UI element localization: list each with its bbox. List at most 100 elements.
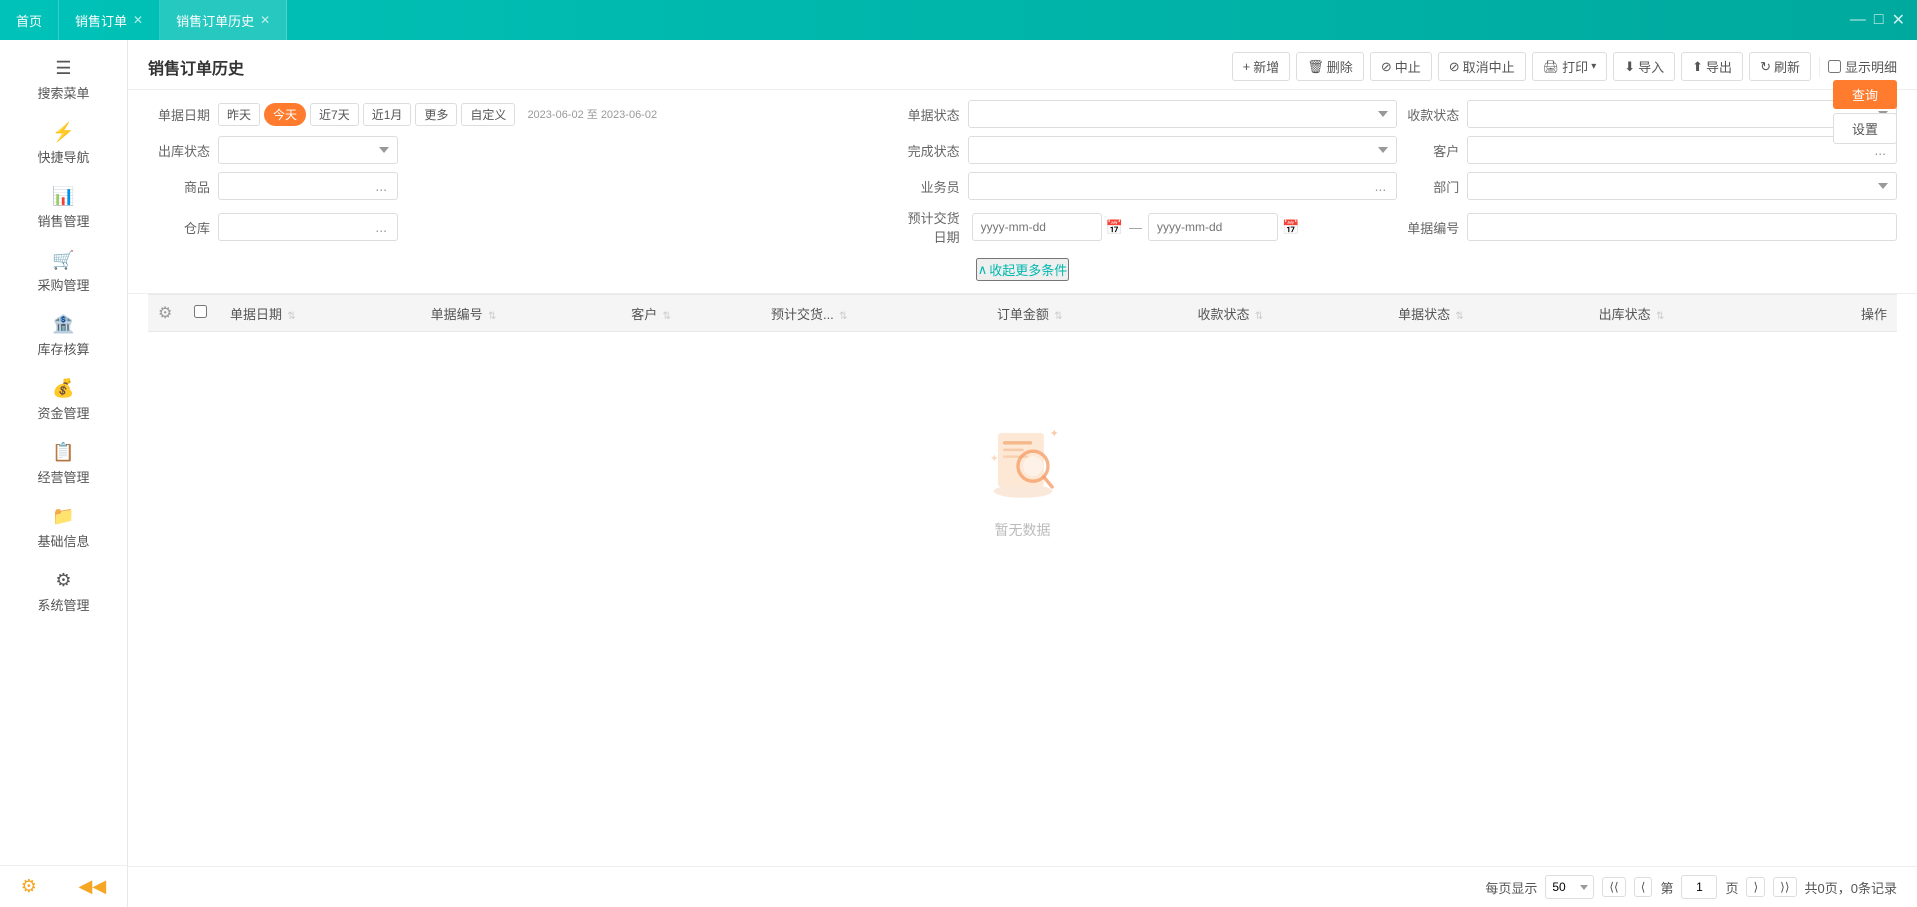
- quick-nav-icon: ⚡: [52, 122, 74, 143]
- date-btn-custom[interactable]: 自定义: [461, 103, 515, 126]
- print-button[interactable]: 🖨 打印 ▾: [1532, 52, 1608, 81]
- warehouse-input-wrap: ...: [218, 213, 398, 241]
- filter-col-delivery-date: 预计交货日期 📅 — 📅: [898, 208, 1398, 246]
- date-btn-yesterday[interactable]: 昨天: [218, 103, 260, 126]
- top-bar: 首页 销售订单 ✕ 销售订单历史 ✕ — □ ✕: [0, 0, 1917, 40]
- th-order-amount[interactable]: 订单金额 ⇅: [987, 295, 1188, 332]
- sidebar-item-capital-mgmt[interactable]: 💰 资金管理: [0, 368, 127, 432]
- sidebar-item-purchase-mgmt[interactable]: 🛒 采购管理: [0, 240, 127, 304]
- minimize-btn[interactable]: —: [1850, 11, 1866, 29]
- sidebar-item-operations-mgmt[interactable]: 📋 经营管理: [0, 432, 127, 496]
- table-header-row: ⚙ 单据日期 ⇅ 单据编号 ⇅: [148, 295, 1897, 332]
- th-date[interactable]: 单据日期 ⇅: [220, 295, 421, 332]
- tab-sales-order-history-close[interactable]: ✕: [260, 13, 270, 27]
- sidebar-item-label: 经营管理: [37, 467, 89, 486]
- sidebar-item-system-mgmt[interactable]: ⚙ 系统管理: [0, 560, 127, 624]
- sidebar-item-quick-nav[interactable]: ⚡ 快捷导航: [0, 112, 127, 176]
- cancel-stop-button[interactable]: ⊘ 取消中止: [1438, 52, 1526, 81]
- th-order-status[interactable]: 单据状态 ⇅: [1388, 295, 1589, 332]
- sidebar-item-label: 基础信息: [37, 531, 89, 550]
- calendar-end-icon[interactable]: 📅: [1282, 219, 1299, 236]
- th-warehouse-status[interactable]: 出库状态 ⇅: [1589, 295, 1790, 332]
- sidebar-item-search-menu[interactable]: ☰ 搜索菜单: [0, 48, 127, 112]
- goods-input-wrap: ...: [218, 172, 398, 200]
- customer-label: 客户: [1397, 141, 1467, 160]
- goods-input[interactable]: [225, 173, 371, 199]
- warehouse-ellipsis[interactable]: ...: [371, 219, 391, 235]
- sidebar-item-inventory-check[interactable]: 🏦 库存核算: [0, 304, 127, 368]
- delivery-date-start[interactable]: [972, 213, 1102, 241]
- order-no-input[interactable]: [1467, 213, 1897, 241]
- collapse-button[interactable]: ∧ 收起更多条件: [976, 258, 1070, 281]
- table-footer: 每页显示 50 10 20 100 ⟨⟨ ⟨ 第 页 ⟩ ⟩⟩ 共0页，0条记录: [128, 866, 1917, 907]
- calendar-start-icon[interactable]: 📅: [1106, 219, 1123, 236]
- export-button[interactable]: ⬆ 导出: [1681, 52, 1743, 81]
- date-btn-last7[interactable]: 近7天: [310, 103, 359, 126]
- salesman-input-wrap: ...: [968, 172, 1398, 200]
- last-page-btn[interactable]: ⟩⟩: [1773, 877, 1796, 897]
- complete-select-wrapper: [968, 136, 1398, 164]
- sidebar-item-label: 系统管理: [37, 595, 89, 614]
- import-button[interactable]: ⬇ 导入: [1613, 52, 1675, 81]
- sidebar-item-basic-info[interactable]: 📁 基础信息: [0, 496, 127, 560]
- salesman-label: 业务员: [898, 177, 968, 196]
- import-icon: ⬇: [1624, 59, 1635, 75]
- page-input[interactable]: [1681, 875, 1717, 899]
- sort-order-no-icon: ⇅: [488, 311, 496, 322]
- add-button[interactable]: + 新增: [1232, 52, 1291, 81]
- th-customer[interactable]: 客户 ⇅: [621, 295, 761, 332]
- table-settings-icon[interactable]: ⚙: [158, 305, 172, 322]
- refresh-button[interactable]: ↻ 刷新: [1749, 52, 1811, 81]
- sidebar-item-sales-mgmt[interactable]: 📊 销售管理: [0, 176, 127, 240]
- complete-select[interactable]: [968, 136, 1398, 164]
- date-btn-more[interactable]: 更多: [415, 103, 457, 126]
- empty-image: ✦ ✦: [973, 412, 1073, 512]
- settings-button[interactable]: 设置: [1833, 113, 1897, 144]
- date-btn-last-month[interactable]: 近1月: [363, 103, 412, 126]
- tab-sales-order-history[interactable]: 销售订单历史 ✕: [160, 0, 287, 40]
- filter-row-3: 商品 ... 业务员 ... 部门: [148, 172, 1897, 200]
- goods-ellipsis[interactable]: ...: [371, 178, 391, 194]
- tab-sales-order-close[interactable]: ✕: [133, 13, 143, 27]
- status-select[interactable]: [968, 100, 1398, 128]
- sidebar-item-label: 销售管理: [37, 211, 89, 230]
- date-btn-today[interactable]: 今天: [264, 103, 306, 126]
- display-columns-check[interactable]: 显示明细: [1828, 57, 1897, 76]
- delete-button[interactable]: 🗑 删除: [1296, 52, 1364, 81]
- query-button[interactable]: 查询: [1833, 80, 1897, 109]
- salesman-ellipsis[interactable]: ...: [1371, 178, 1391, 194]
- next-page-btn[interactable]: ⟩: [1746, 877, 1765, 897]
- tab-home[interactable]: 首页: [0, 0, 59, 40]
- maximize-btn[interactable]: □: [1874, 11, 1884, 29]
- stop-button[interactable]: ⊘ 中止: [1370, 52, 1432, 81]
- per-page-select[interactable]: 50 10 20 100: [1545, 875, 1594, 899]
- display-columns-checkbox[interactable]: [1828, 60, 1841, 73]
- select-all-checkbox[interactable]: [194, 305, 207, 318]
- th-payment-status[interactable]: 收款状态 ⇅: [1187, 295, 1388, 332]
- prev-page-btn[interactable]: ⟨: [1634, 877, 1653, 897]
- dept-select[interactable]: [1467, 172, 1897, 200]
- customer-input[interactable]: [1474, 137, 1870, 163]
- th-order-no[interactable]: 单据编号 ⇅: [421, 295, 622, 332]
- sort-customer-icon: ⇅: [663, 311, 671, 322]
- date-label: 单据日期: [148, 105, 218, 124]
- sidebar-item-label: 库存核算: [37, 339, 89, 358]
- delivery-date-end[interactable]: [1148, 213, 1278, 241]
- tab-sales-order[interactable]: 销售订单 ✕: [59, 0, 160, 40]
- sidebar-audio-icon[interactable]: ◀◀: [79, 876, 107, 897]
- close-btn[interactable]: ✕: [1892, 10, 1905, 30]
- th-delivery-date[interactable]: 预计交货... ⇅: [761, 295, 987, 332]
- first-page-btn[interactable]: ⟨⟨: [1602, 877, 1625, 897]
- empty-state: ✦ ✦ 暂无数据: [148, 332, 1897, 620]
- customer-ellipsis[interactable]: ...: [1870, 142, 1890, 158]
- sort-order-status-icon: ⇅: [1455, 311, 1463, 322]
- sales-mgmt-icon: 📊: [52, 186, 74, 207]
- sort-payment-icon: ⇅: [1255, 311, 1263, 322]
- capital-mgmt-icon: 💰: [52, 378, 74, 399]
- warehouse-status-select[interactable]: [218, 136, 398, 164]
- warehouse-input[interactable]: [225, 214, 371, 240]
- page-header: 销售订单历史 + 新增 🗑 删除 ⊘ 中止 ⊘ 取消中止: [128, 40, 1917, 90]
- sidebar-item-label: 快捷导航: [37, 147, 89, 166]
- salesman-input[interactable]: [975, 173, 1371, 199]
- sidebar-settings-icon[interactable]: ⚙: [21, 876, 37, 897]
